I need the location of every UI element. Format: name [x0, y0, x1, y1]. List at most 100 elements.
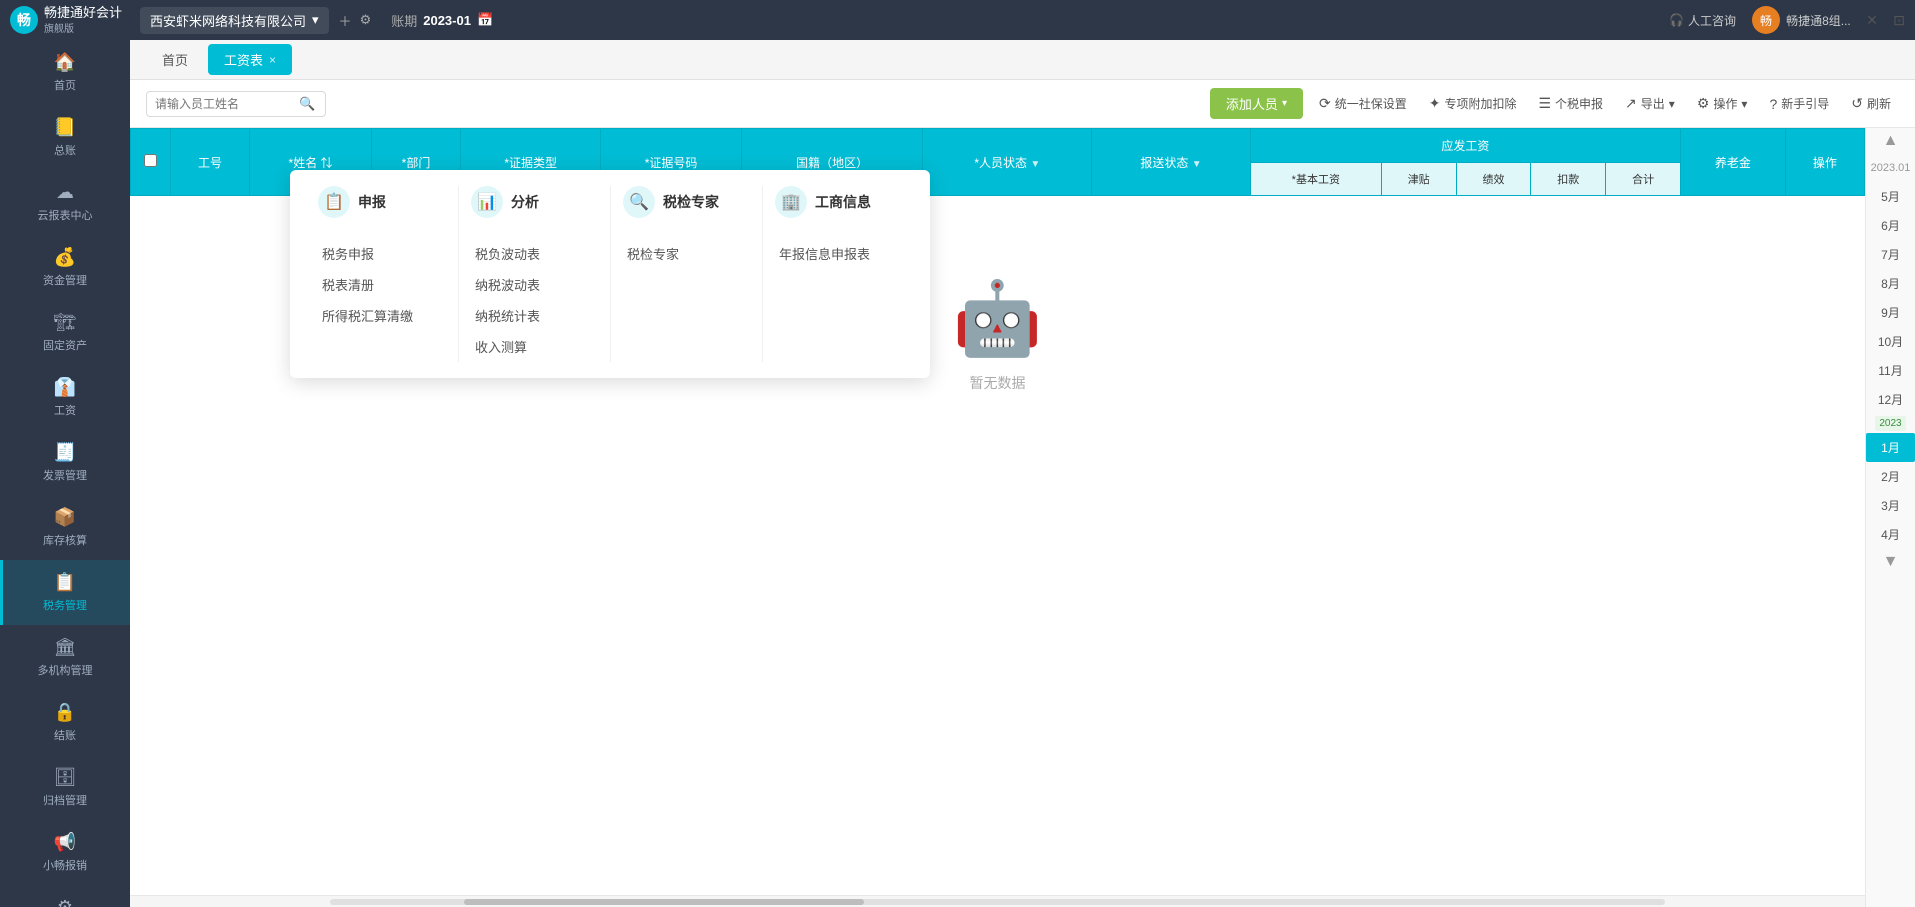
menu-tax-burden[interactable]: 税负波动表 — [471, 238, 598, 269]
company-selector[interactable]: 西安虾米网络科技有限公司 ▾ — [140, 7, 329, 34]
sidebar-item-assets[interactable]: 🏗 固定资产 — [0, 300, 130, 365]
menu-tax-stats[interactable]: 纳税统计表 — [471, 300, 598, 331]
toolbar: 🔍 添加人员 ▾ ⟳ 统一社保设置 ✦ 专项附加扣除 ☰ 个税申报 — [130, 80, 1915, 128]
menu-tax-payment[interactable]: 纳税波动表 — [471, 269, 598, 300]
salary-icon: 👔 — [54, 377, 76, 398]
content-area: 首页 工资表 × 🔍 添加人员 ▾ ⟳ 统一社保设置 — [130, 40, 1915, 907]
sidebar-item-xiaochang[interactable]: 📢 小畅报销 — [0, 820, 130, 885]
period-month-5[interactable]: 5月 — [1866, 182, 1915, 211]
sidebar: 🏠 首页 📒 总账 ☁ 云报表中心 💰 资金管理 🏗 固定资产 👔 工资 🧾 发… — [0, 40, 130, 907]
business-icon-bg: 🏢 — [775, 186, 807, 218]
sidebar-label-inventory: 库存核算 — [43, 532, 87, 548]
empty-icon: 🤖 — [953, 276, 1043, 361]
period-down-btn[interactable]: ▼ — [1879, 549, 1903, 575]
sidebar-item-home[interactable]: 🏠 首页 — [0, 40, 130, 105]
search-input[interactable] — [155, 97, 295, 111]
add-btn-arrow-icon: ▾ — [1282, 98, 1287, 109]
period-month-8[interactable]: 8月 — [1866, 269, 1915, 298]
sidebar-label-close: 结账 — [54, 727, 76, 743]
menu-income-estimate[interactable]: 收入测算 — [471, 331, 598, 362]
sidebar-label-home: 首页 — [54, 77, 76, 93]
assets-icon: 🏗 — [54, 312, 77, 333]
taxexpert-icon: 🔍 — [629, 192, 649, 212]
sidebar-item-settings[interactable]: ⚙ 基础设置 — [0, 885, 130, 907]
close-window-btn[interactable]: × — [1867, 10, 1878, 31]
export-icon: ↗ — [1625, 95, 1637, 112]
user-area[interactable]: 畅 畅捷通8组... — [1752, 6, 1851, 34]
company-name: 西安虾米网络科技有限公司 — [150, 11, 306, 30]
period-label: 账期 — [391, 11, 417, 30]
period-current-year-badge: 2023 — [1875, 416, 1905, 431]
tax-icon: 📋 — [54, 572, 76, 593]
social-security-icon: ⟳ — [1319, 95, 1331, 112]
th-person-status: *人员状态 ▼ — [923, 129, 1092, 196]
sidebar-item-multi-org[interactable]: 🏛 多机构管理 — [0, 625, 130, 690]
sidebar-item-inventory[interactable]: 📦 库存核算 — [0, 495, 130, 560]
period-month-9[interactable]: 9月 — [1866, 298, 1915, 327]
period-month-10[interactable]: 10月 — [1866, 327, 1915, 356]
guide-btn[interactable]: ? 新手引导 — [1761, 91, 1837, 116]
th-op: 操作 — [1785, 129, 1864, 196]
th-deduct: 扣款 — [1531, 163, 1606, 196]
special-deduct-btn[interactable]: ✦ 专项附加扣除 — [1421, 91, 1525, 116]
sidebar-label-invoice: 发票管理 — [43, 467, 87, 483]
user-name: 畅捷通8组... — [1786, 12, 1851, 29]
sidebar-item-funds[interactable]: 💰 资金管理 — [0, 235, 130, 300]
refresh-btn[interactable]: ↺ 刷新 — [1843, 91, 1899, 116]
scroll-thumb[interactable] — [464, 899, 865, 905]
menu-tax-declaration[interactable]: 税务申报 — [318, 238, 446, 269]
operation-btn[interactable]: ⚙ 操作 ▾ — [1689, 91, 1756, 116]
support-btn[interactable]: 🎧 人工咨询 — [1669, 12, 1736, 29]
scroll-track — [330, 899, 1665, 905]
analysis-icon: 📊 — [477, 192, 497, 212]
business-title: 工商信息 — [815, 192, 871, 212]
period-month-3[interactable]: 3月 — [1866, 491, 1915, 520]
individual-tax-btn[interactable]: ☰ 个税申报 — [1530, 91, 1611, 116]
th-total: 合计 — [1606, 163, 1681, 196]
export-arrow-icon: ▾ — [1669, 97, 1675, 111]
calendar-icon[interactable]: 📅 — [477, 12, 493, 28]
menu-annual-report[interactable]: 年报信息申报表 — [775, 238, 902, 269]
add-company-btn[interactable]: ＋ — [339, 11, 352, 30]
menu-tax-expert[interactable]: 税检专家 — [623, 238, 750, 269]
period-month-1[interactable]: 1月 — [1866, 433, 1915, 462]
maximize-window-btn[interactable]: ⊡ — [1893, 12, 1905, 29]
sidebar-item-cloud-report[interactable]: ☁ 云报表中心 — [0, 170, 130, 235]
th-report-status: 报送状态 ▼ — [1092, 129, 1251, 196]
menu-income-tax-settlement[interactable]: 所得税汇算清缴 — [318, 300, 446, 331]
period-month-6[interactable]: 6月 — [1866, 211, 1915, 240]
sidebar-label-funds: 资金管理 — [43, 272, 87, 288]
period-month-7[interactable]: 7月 — [1866, 240, 1915, 269]
headset-icon: 🎧 — [1669, 13, 1684, 27]
declaration-icon: 📋 — [324, 192, 344, 212]
individual-tax-icon: ☰ — [1538, 95, 1551, 112]
sidebar-item-invoice[interactable]: 🧾 发票管理 — [0, 430, 130, 495]
search-icon[interactable]: 🔍 — [299, 96, 315, 112]
tab-salary-table[interactable]: 工资表 × — [208, 44, 292, 75]
sidebar-item-archive[interactable]: 🗄 归档管理 — [0, 755, 130, 820]
sidebar-item-close-account[interactable]: 🔒 结账 — [0, 690, 130, 755]
settings-icon[interactable]: ⚙ — [360, 12, 372, 28]
add-person-btn[interactable]: 添加人员 ▾ — [1210, 88, 1303, 119]
sidebar-item-salary[interactable]: 👔 工资 — [0, 365, 130, 430]
period-month-11[interactable]: 11月 — [1866, 356, 1915, 385]
export-btn[interactable]: ↗ 导出 ▾ — [1617, 91, 1683, 116]
social-security-label: 统一社保设置 — [1335, 95, 1407, 112]
period-month-4[interactable]: 4月 — [1866, 520, 1915, 549]
tab-home[interactable]: 首页 — [146, 44, 204, 75]
declaration-title: 申报 — [358, 192, 386, 212]
logo-area: 畅 畅捷通好会计 旗舰版 — [10, 5, 140, 36]
period-month-2[interactable]: 2月 — [1866, 462, 1915, 491]
bottom-scrollbar[interactable] — [130, 895, 1865, 907]
menu-tax-table-register[interactable]: 税表清册 — [318, 269, 446, 300]
tab-close-btn[interactable]: × — [269, 53, 276, 67]
sidebar-item-ledger[interactable]: 📒 总账 — [0, 105, 130, 170]
sidebar-item-tax[interactable]: 📋 税务管理 — [0, 560, 130, 625]
period-up-btn[interactable]: ▲ — [1879, 128, 1903, 154]
period-month-12[interactable]: 12月 — [1866, 385, 1915, 414]
logo-text-area: 畅捷通好会计 旗舰版 — [44, 5, 122, 36]
individual-tax-label: 个税申报 — [1555, 95, 1603, 112]
select-all-checkbox[interactable] — [144, 154, 157, 167]
app-logo-icon: 畅 — [10, 6, 38, 34]
social-security-btn[interactable]: ⟳ 统一社保设置 — [1311, 91, 1415, 116]
